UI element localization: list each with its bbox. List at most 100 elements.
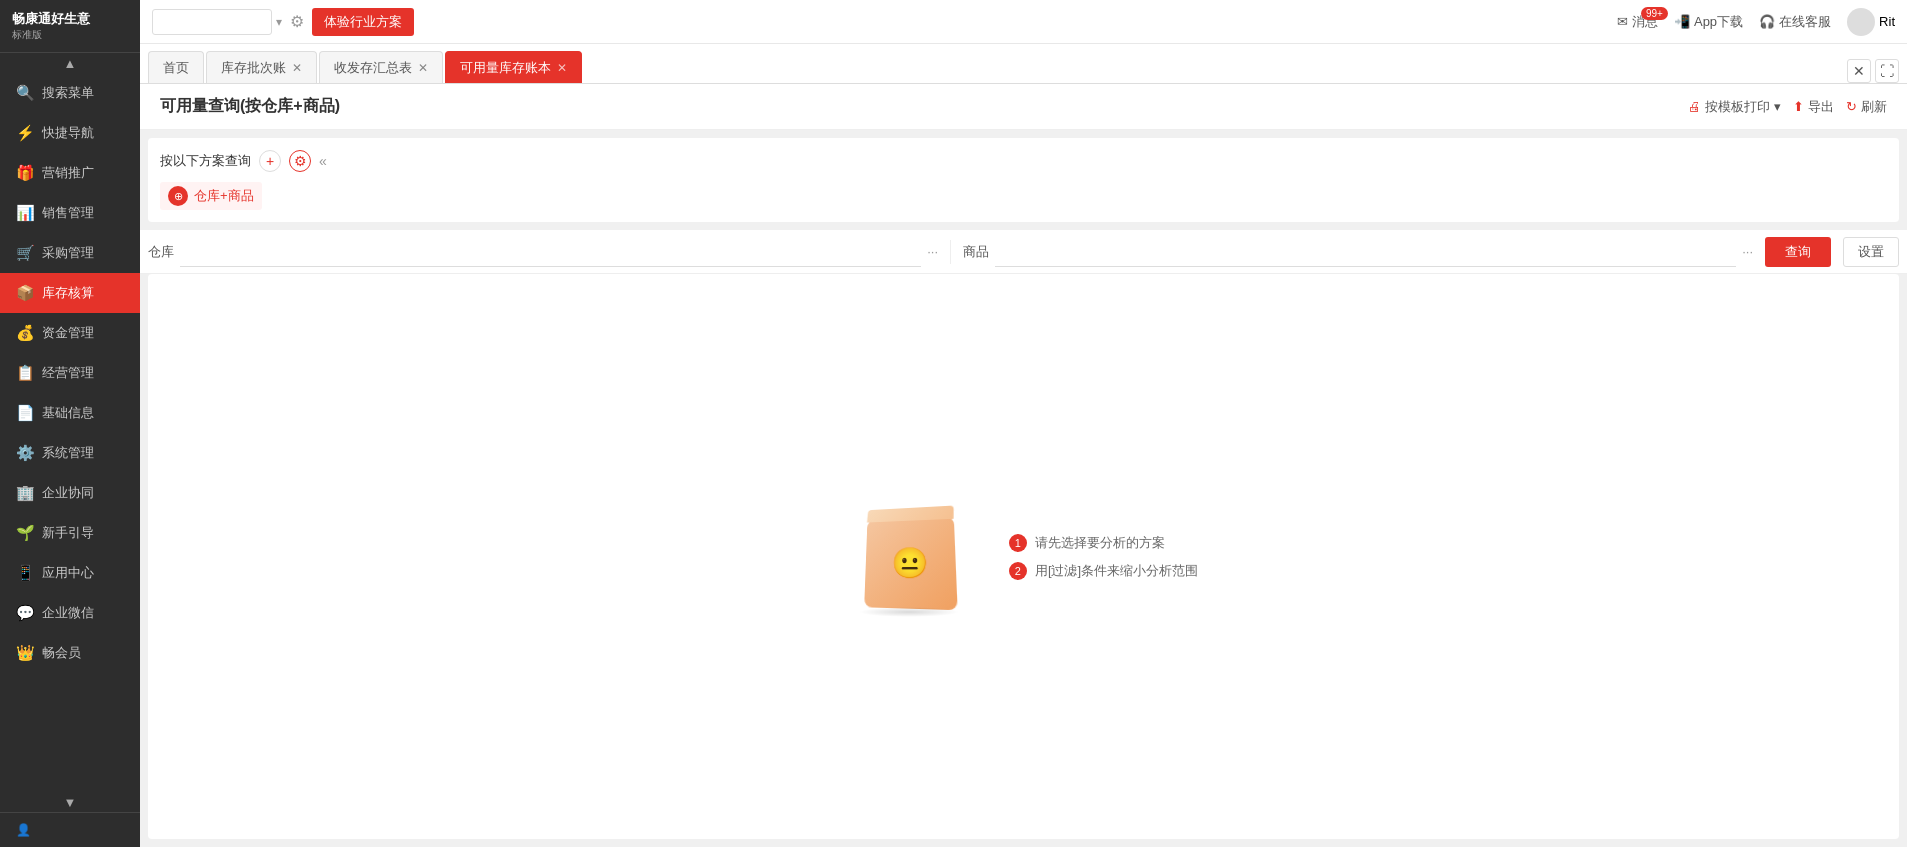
tip-number-2: 2	[1009, 562, 1027, 580]
print-chevron: ▾	[1774, 99, 1781, 114]
sidebar-item-marketing-label: 营销推广	[42, 164, 94, 182]
sidebar-item-appstore[interactable]: 📱 应用中心	[0, 553, 140, 593]
tip-text-2: 用[过滤]条件来缩小分析范围	[1035, 562, 1198, 580]
tab-summary-table[interactable]: 收发存汇总表 ✕	[319, 51, 443, 83]
empty-state: 😐 1 请先选择要分析的方案 2 用[过滤]条件来缩小分析范围	[148, 274, 1899, 839]
scheme-icon: ⊕	[168, 186, 188, 206]
sidebar-item-shortcut[interactable]: ⚡ 快捷导航	[0, 113, 140, 153]
gift-icon: 🎁	[16, 164, 34, 182]
scheme-settings-button[interactable]: ⚙	[289, 150, 311, 172]
cart-icon: 🛒	[16, 244, 34, 262]
filter-row: 仓库 ··· 商品 ··· 查询 设置	[140, 230, 1907, 274]
plus-icon: +	[266, 153, 274, 169]
page-actions: 🖨 按模板打印 ▾ ⬆ 导出 ↻ 刷新	[1688, 98, 1887, 116]
scheme-warehouse-goods[interactable]: ⊕ 仓库+商品	[160, 182, 262, 210]
sidebar-item-member[interactable]: 👑 畅会员	[0, 633, 140, 673]
empty-tips: 1 请先选择要分析的方案 2 用[过滤]条件来缩小分析范围	[1009, 534, 1198, 580]
sidebar-bottom: 👤	[0, 812, 140, 847]
chart-icon: 📊	[16, 204, 34, 222]
page-header: 可用量查询(按仓库+商品) 🖨 按模板打印 ▾ ⬆ 导出 ↻ 刷新	[140, 84, 1907, 130]
tab-available-close[interactable]: ✕	[557, 61, 567, 75]
goods-label: 商品	[963, 243, 989, 261]
empty-tip-2: 2 用[过滤]条件来缩小分析范围	[1009, 562, 1198, 580]
print-button[interactable]: 🖨 按模板打印 ▾	[1688, 98, 1781, 116]
tip-text-1: 请先选择要分析的方案	[1035, 534, 1165, 552]
warehouse-more-button[interactable]: ···	[927, 244, 938, 259]
sidebar-item-basic[interactable]: 📄 基础信息	[0, 393, 140, 433]
topbar: ▾ ⚙ 体验行业方案 ✉ 消息 99+ 📲 App下载 🎧 在线客服 Rit	[140, 0, 1907, 44]
headset-icon: 🎧	[1759, 14, 1775, 29]
tab-expand-button[interactable]: ⛶	[1875, 59, 1899, 83]
tab-batch-ledger[interactable]: 库存批次账 ✕	[206, 51, 317, 83]
sidebar-item-guide[interactable]: 🌱 新手引导	[0, 513, 140, 553]
app-download-button[interactable]: 📲 App下载	[1674, 13, 1743, 31]
warehouse-filter-group: 仓库 ···	[148, 237, 938, 267]
tab-summary-close[interactable]: ✕	[418, 61, 428, 75]
mobile-icon: 📲	[1674, 14, 1690, 29]
warehouse-input[interactable]	[180, 237, 921, 267]
sidebar-item-search[interactable]: 🔍 搜索菜单	[0, 73, 140, 113]
goods-more-button[interactable]: ···	[1742, 244, 1753, 259]
gear-icon: ⚙️	[16, 444, 34, 462]
sidebar-item-enterprise[interactable]: 🏢 企业协同	[0, 473, 140, 513]
export-button[interactable]: ⬆ 导出	[1793, 98, 1834, 116]
shortcut-icon: ⚡	[16, 124, 34, 142]
search-chevron-icon[interactable]: ▾	[276, 15, 282, 29]
sidebar-item-inventory[interactable]: 📦 库存核算	[0, 273, 140, 313]
online-service-label: 在线客服	[1779, 13, 1831, 31]
sidebar-item-sales[interactable]: 📊 销售管理	[0, 193, 140, 233]
query-panel-header: 按以下方案查询 + ⚙ «	[160, 150, 1887, 172]
sidebar-item-purchase-label: 采购管理	[42, 244, 94, 262]
avatar	[1847, 8, 1875, 36]
sidebar-item-operation[interactable]: 📋 经营管理	[0, 353, 140, 393]
main-area: ▾ ⚙ 体验行业方案 ✉ 消息 99+ 📲 App下载 🎧 在线客服 Rit	[140, 0, 1907, 847]
sidebar-item-finance[interactable]: 💰 资金管理	[0, 313, 140, 353]
sidebar-item-system[interactable]: ⚙️ 系统管理	[0, 433, 140, 473]
query-button[interactable]: 查询	[1765, 237, 1831, 267]
user-name: Rit	[1879, 14, 1895, 29]
industry-solution-button[interactable]: 体验行业方案	[312, 8, 414, 36]
money-icon: 💰	[16, 324, 34, 342]
sidebar-scroll-up[interactable]: ▲	[0, 53, 140, 73]
doc-icon: 📄	[16, 404, 34, 422]
empty-illustration: 😐	[849, 497, 969, 617]
topbar-search-area: ▾	[152, 9, 282, 35]
print-label: 按模板打印	[1705, 98, 1770, 116]
sidebar-item-enterprise-label: 企业协同	[42, 484, 94, 502]
add-scheme-button[interactable]: +	[259, 150, 281, 172]
crown-icon: 👑	[16, 644, 34, 662]
sidebar: 畅康通好生意 标准版 ▲ 🔍 搜索菜单 ⚡ 快捷导航 🎁 营销推广 📊 销售管理…	[0, 0, 140, 847]
content-area: 可用量查询(按仓库+商品) 🖨 按模板打印 ▾ ⬆ 导出 ↻ 刷新	[140, 84, 1907, 847]
settings-scheme-icon: ⚙	[294, 153, 307, 169]
tab-batch-ledger-close[interactable]: ✕	[292, 61, 302, 75]
box-face-icon: 😐	[890, 544, 927, 579]
tab-home-label: 首页	[163, 59, 189, 77]
search-input[interactable]	[152, 9, 272, 35]
sidebar-item-operation-label: 经营管理	[42, 364, 94, 382]
tab-available-ledger[interactable]: 可用量库存账本 ✕	[445, 51, 582, 83]
app-download-label: App下载	[1694, 13, 1743, 31]
refresh-button[interactable]: ↻ 刷新	[1846, 98, 1887, 116]
message-button[interactable]: ✉ 消息 99+	[1617, 13, 1658, 31]
tab-batch-ledger-label: 库存批次账	[221, 59, 286, 77]
empty-tip-1: 1 请先选择要分析的方案	[1009, 534, 1198, 552]
sidebar-scroll-down[interactable]: ▼	[0, 792, 140, 812]
sidebar-item-marketing[interactable]: 🎁 营销推广	[0, 153, 140, 193]
sidebar-item-shortcut-label: 快捷导航	[42, 124, 94, 142]
goods-input[interactable]	[995, 237, 1736, 267]
tab-home[interactable]: 首页	[148, 51, 204, 83]
sidebar-item-system-label: 系统管理	[42, 444, 94, 462]
settings-icon[interactable]: ⚙	[290, 12, 304, 31]
user-menu[interactable]: Rit	[1847, 8, 1895, 36]
online-service-button[interactable]: 🎧 在线客服	[1759, 13, 1831, 31]
sidebar-item-purchase[interactable]: 🛒 采购管理	[0, 233, 140, 273]
sidebar-item-wechat[interactable]: 💬 企业微信	[0, 593, 140, 633]
collapse-button[interactable]: «	[319, 153, 327, 169]
filter-settings-button[interactable]: 设置	[1843, 237, 1899, 267]
empty-box: 😐	[864, 516, 957, 609]
export-label: 导出	[1808, 98, 1834, 116]
phone-icon: 📱	[16, 564, 34, 582]
tab-close-button[interactable]: ✕	[1847, 59, 1871, 83]
refresh-label: 刷新	[1861, 98, 1887, 116]
print-icon: 🖨	[1688, 99, 1701, 114]
